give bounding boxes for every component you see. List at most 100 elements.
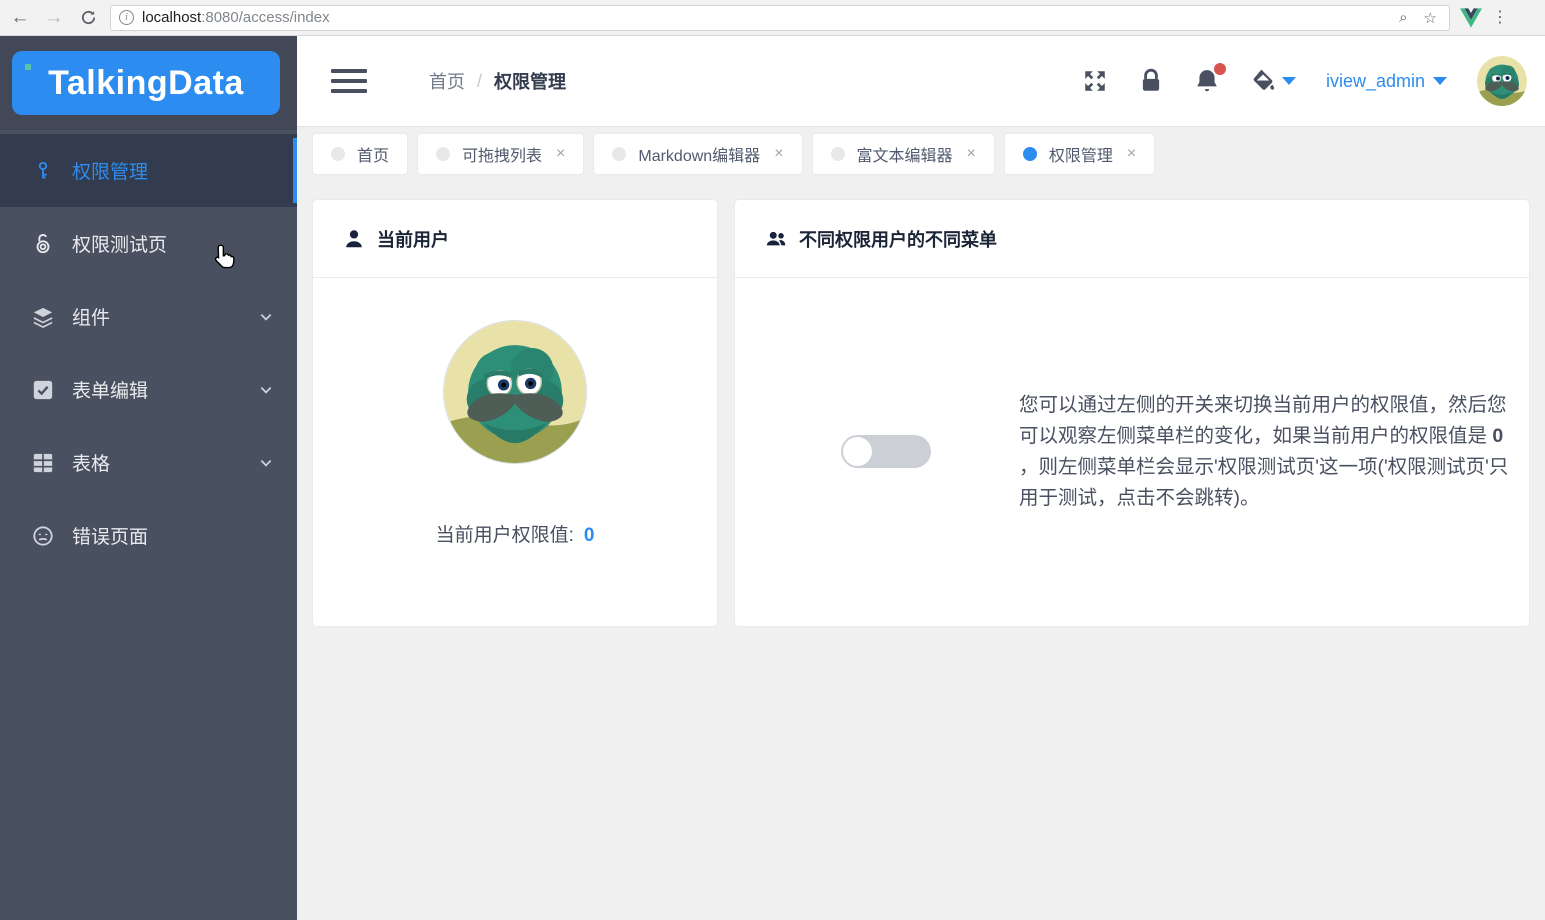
card-header: 不同权限用户的不同菜单 bbox=[735, 200, 1529, 278]
breadcrumb-home[interactable]: 首页 bbox=[429, 68, 465, 94]
sidebar-item-access-test[interactable]: 权限测试页 bbox=[0, 207, 297, 280]
header-actions: iview_admin bbox=[1082, 56, 1527, 106]
card-title: 不同权限用户的不同菜单 bbox=[799, 229, 997, 250]
tab-draggable-list[interactable]: 可拖拽列表 × bbox=[417, 133, 585, 175]
zoom-magnifier-icon[interactable]: ⌕ bbox=[1395, 9, 1411, 26]
bookmark-star-icon[interactable]: ☆ bbox=[1420, 9, 1441, 27]
tab-label: 可拖拽列表 bbox=[462, 148, 543, 165]
sidebar-item-label: 权限管理 bbox=[72, 162, 149, 183]
tab-dot-icon bbox=[331, 147, 345, 161]
close-icon[interactable]: × bbox=[965, 145, 976, 163]
tab-label: 富文本编辑器 bbox=[856, 148, 953, 165]
sidebar: TalkingData 权限管理 权限测试页 组件 表单编辑 表格 错误页面 bbox=[0, 36, 297, 920]
card-body: 您可以通过左侧的开关来切换当前用户的权限值，然后您可以观察左侧菜单栏的变化，如果… bbox=[735, 278, 1529, 627]
sidebar-item-label: 组件 bbox=[72, 308, 111, 329]
close-icon[interactable]: × bbox=[1125, 145, 1136, 163]
sidebar-item-label: 错误页面 bbox=[72, 527, 149, 548]
logo-text: TalkingData bbox=[48, 63, 244, 102]
card-title: 当前用户 bbox=[377, 229, 449, 250]
permission-value-line: 当前用户权限值: 0 bbox=[313, 520, 717, 547]
sidebar-item-error-pages[interactable]: 错误页面 bbox=[0, 499, 297, 572]
hamburger-menu-icon[interactable] bbox=[331, 63, 367, 99]
main-area: 首页 / 权限管理 iview_admin 首页 可拖拽列表 × Markdow… bbox=[297, 36, 1545, 920]
people-icon bbox=[766, 231, 786, 245]
app-window: TalkingData 权限管理 权限测试页 组件 表单编辑 表格 错误页面 首… bbox=[0, 36, 1545, 920]
sidebar-item-label: 表格 bbox=[72, 454, 111, 475]
chevron-down-icon bbox=[259, 383, 273, 397]
permission-description: 您可以通过左侧的开关来切换当前用户的权限值，然后您可以观察左侧菜单栏的变化，如果… bbox=[1019, 390, 1513, 514]
url-path: :8080/access/index bbox=[201, 9, 330, 26]
vue-devtools-icon[interactable] bbox=[1460, 7, 1482, 28]
theme-bucket-icon bbox=[1250, 68, 1276, 94]
layers-icon bbox=[32, 306, 54, 328]
browser-back-button[interactable]: ← bbox=[8, 6, 32, 30]
checkbox-icon bbox=[32, 379, 54, 401]
tab-dot-icon bbox=[830, 147, 845, 161]
url-host: localhost bbox=[142, 9, 202, 26]
reload-icon bbox=[81, 10, 95, 25]
user-avatar-large bbox=[443, 320, 587, 464]
description-text: ，则左侧菜单栏会显示'权限测试页'这一项('权限测试页'只用于测试，点击不会跳转… bbox=[1019, 456, 1509, 509]
tab-label: Markdown编辑器 bbox=[638, 148, 761, 165]
permission-label: 当前用户权限值: bbox=[435, 525, 574, 546]
chevron-down-icon bbox=[259, 310, 273, 324]
app-header: 首页 / 权限管理 iview_admin bbox=[297, 36, 1545, 127]
sidebar-item-components[interactable]: 组件 bbox=[0, 280, 297, 353]
page-info-icon[interactable]: i bbox=[119, 10, 134, 25]
description-text: 您可以通过左侧的开关来切换当前用户的权限值，然后您可以观察左侧菜单栏的变化，如果… bbox=[1019, 394, 1507, 447]
browser-toolbar: ← → i localhost:8080/access/index ⌕ ☆ ⋮ bbox=[0, 0, 1545, 36]
browser-menu-icon[interactable]: ⋮ bbox=[1492, 9, 1508, 25]
key-icon bbox=[32, 160, 54, 182]
user-avatar[interactable] bbox=[1477, 56, 1527, 106]
sidebar-item-tables[interactable]: 表格 bbox=[0, 426, 297, 499]
bell-icon[interactable] bbox=[1194, 63, 1226, 94]
talkingdata-logo: TalkingData bbox=[12, 51, 280, 115]
sidebar-item-label: 表单编辑 bbox=[72, 381, 149, 402]
permission-value: 0 bbox=[583, 525, 595, 546]
sidebar-menu: 权限管理 权限测试页 组件 表单编辑 表格 错误页面 bbox=[0, 130, 297, 572]
sidebar-item-access-admin[interactable]: 权限管理 bbox=[0, 134, 297, 207]
tab-markdown-editor[interactable]: Markdown编辑器 × bbox=[593, 133, 803, 175]
breadcrumb-current: 权限管理 bbox=[494, 72, 567, 92]
logo-accent-dot bbox=[25, 64, 31, 70]
breadcrumb-separator: / bbox=[477, 70, 483, 91]
browser-reload-button[interactable] bbox=[76, 6, 100, 30]
close-icon[interactable]: × bbox=[772, 145, 783, 163]
tab-label: 首页 bbox=[357, 148, 390, 165]
tab-access-admin[interactable]: 权限管理 × bbox=[1003, 133, 1156, 175]
page-content: 当前用户 当前用户权限值: 0 不同权限用户的不同菜单 您可以通过左侧的开关来切… bbox=[297, 181, 1545, 920]
current-user-card: 当前用户 当前用户权限值: 0 bbox=[312, 199, 718, 627]
open-tabs-bar: 首页 可拖拽列表 × Markdown编辑器 × 富文本编辑器 × 权限管理 × bbox=[297, 127, 1545, 181]
tab-dot-icon bbox=[612, 147, 627, 161]
toggle-knob bbox=[843, 437, 872, 466]
notification-badge bbox=[1213, 63, 1226, 75]
tab-home[interactable]: 首页 bbox=[312, 133, 409, 175]
logo-container: TalkingData bbox=[0, 36, 297, 130]
card-body: 当前用户权限值: 0 bbox=[313, 320, 717, 669]
tab-dot-icon bbox=[436, 147, 451, 161]
sad-face-icon bbox=[32, 525, 54, 547]
chevron-down-icon bbox=[1281, 77, 1296, 85]
description-bold-value: 0 bbox=[1492, 425, 1504, 447]
sidebar-item-label: 权限测试页 bbox=[72, 235, 168, 256]
unlock-icon bbox=[32, 233, 54, 255]
table-icon bbox=[32, 452, 54, 474]
url-text[interactable]: localhost:8080/access/index bbox=[142, 9, 1387, 26]
user-menu[interactable]: iview_admin bbox=[1326, 71, 1447, 92]
tab-rich-text-editor[interactable]: 富文本编辑器 × bbox=[811, 133, 995, 175]
sidebar-item-form-edit[interactable]: 表单编辑 bbox=[0, 353, 297, 426]
permission-toggle-switch[interactable] bbox=[841, 435, 931, 468]
menu-access-card: 不同权限用户的不同菜单 您可以通过左侧的开关来切换当前用户的权限值，然后您可以观… bbox=[734, 199, 1530, 627]
breadcrumb: 首页 / 权限管理 bbox=[429, 68, 566, 94]
lock-icon[interactable] bbox=[1138, 68, 1164, 94]
fullscreen-icon[interactable] bbox=[1082, 68, 1108, 94]
browser-forward-button[interactable]: → bbox=[42, 6, 66, 30]
chevron-down-icon bbox=[259, 456, 273, 470]
chevron-down-icon bbox=[1433, 77, 1447, 85]
url-bar[interactable]: i localhost:8080/access/index ⌕ ☆ bbox=[110, 4, 1450, 31]
person-icon bbox=[346, 229, 362, 247]
close-icon[interactable]: × bbox=[554, 145, 565, 163]
tab-dot-icon bbox=[1022, 147, 1037, 161]
tab-label: 权限管理 bbox=[1048, 148, 1113, 165]
theme-switcher[interactable] bbox=[1250, 68, 1296, 94]
